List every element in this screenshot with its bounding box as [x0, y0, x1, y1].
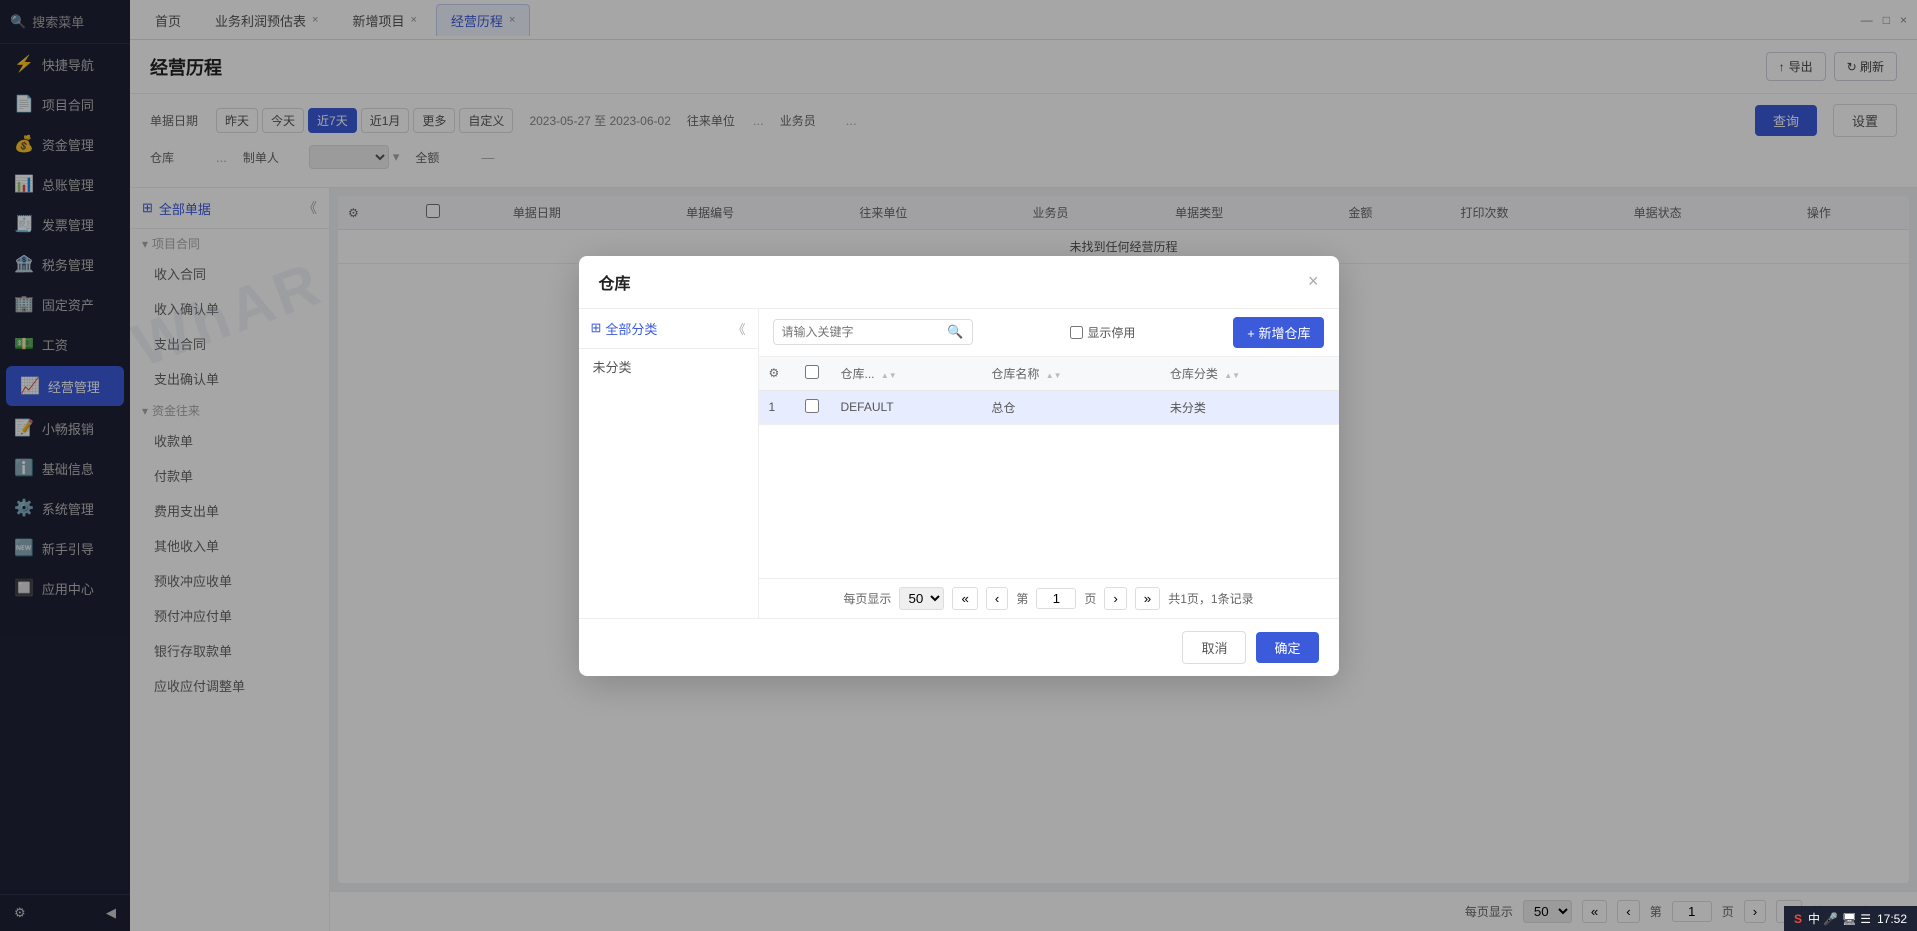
modal-table-row[interactable]: 1 DEFAULT 总仓 未分类 [759, 390, 1339, 424]
modal-prev-page[interactable]: ‹ [986, 587, 1008, 610]
show-disabled-label[interactable]: 显示停用 [1070, 324, 1135, 341]
tray-icons: 中 🎤 🖥 ☰ [1808, 910, 1871, 927]
system-time: 17:52 [1877, 912, 1907, 926]
modal-table-wrapper: ⚙ 仓库... ▲▼ 仓库名称 [759, 357, 1339, 578]
modal-next-page[interactable]: › [1104, 587, 1126, 610]
modal-table-panel: 🔍 显示停用 + 新增仓库 ⚙ [759, 309, 1339, 618]
modal-table-header: ⚙ 仓库... ▲▼ 仓库名称 [759, 357, 1339, 391]
modal-search-icon[interactable]: 🔍 [947, 324, 963, 340]
modal-page-input[interactable] [1036, 588, 1076, 609]
modal-toolbar: 🔍 显示停用 + 新增仓库 [759, 309, 1339, 357]
sort-name-icon: ▲▼ [1046, 371, 1062, 380]
modal-th-name[interactable]: 仓库名称 ▲▼ [981, 357, 1160, 391]
modal-row-checkbox[interactable] [805, 399, 819, 413]
modal-first-page[interactable]: « [952, 587, 977, 610]
add-warehouse-button[interactable]: + 新增仓库 [1233, 317, 1324, 348]
modal-select-all[interactable] [805, 365, 819, 379]
modal-search-input[interactable] [782, 325, 942, 339]
modal-row-name: 总仓 [981, 390, 1160, 424]
sort-cat-icon: ▲▼ [1224, 371, 1240, 380]
modal-category-uncategorized[interactable]: 未分类 [579, 349, 758, 384]
modal-per-page-select[interactable]: 50 [899, 587, 944, 610]
modal-pagination: 每页显示 50 « ‹ 第 页 › » 共1页，1条记录 [759, 578, 1339, 618]
modal-row-category: 未分类 [1160, 390, 1339, 424]
modal-page-goto: 第 [1016, 590, 1028, 607]
modal-category-panel: ⊞ 全部分类 《 未分类 [579, 309, 759, 618]
modal-left-scroll-area [579, 384, 758, 618]
confirm-button[interactable]: 确定 [1256, 632, 1318, 663]
all-category-item[interactable]: ⊞ 全部分类 [591, 319, 658, 338]
modal-th-checkbox[interactable] [795, 357, 831, 391]
modal-header-row: ⚙ 仓库... ▲▼ 仓库名称 [759, 357, 1339, 391]
modal-overlay[interactable]: 仓库 × ⊞ 全部分类 《 未分类 [0, 0, 1917, 931]
sort-code-icon: ▲▼ [881, 371, 897, 380]
modal-total-label: 共1页，1条记录 [1168, 590, 1253, 607]
modal-title: 仓库 [599, 270, 631, 294]
modal-row-checkbox-cell[interactable] [795, 390, 831, 424]
modal-page-label: 页 [1084, 590, 1096, 607]
tray-s-icon: S [1794, 912, 1802, 926]
modal-row-index: 1 [759, 390, 795, 424]
system-tray: S 中 🎤 🖥 ☰ 17:52 [1784, 906, 1917, 931]
modal-th-settings[interactable]: ⚙ [759, 357, 795, 391]
modal-row-code: DEFAULT [831, 390, 982, 424]
modal-search-box: 🔍 [773, 319, 973, 345]
settings-col-icon-modal: ⚙ [769, 366, 780, 380]
modal-per-page-label: 每页显示 [843, 590, 891, 607]
collapse-modal-left-icon[interactable]: 《 [732, 319, 745, 338]
modal-th-code[interactable]: 仓库... ▲▼ [831, 357, 982, 391]
modal-table: ⚙ 仓库... ▲▼ 仓库名称 [759, 357, 1339, 425]
cancel-button[interactable]: 取消 [1182, 631, 1246, 664]
modal-last-page[interactable]: » [1135, 587, 1160, 610]
modal-left-header: ⊞ 全部分类 《 [579, 309, 758, 349]
modal-footer: 取消 确定 [579, 618, 1339, 676]
warehouse-modal: 仓库 × ⊞ 全部分类 《 未分类 [579, 256, 1339, 676]
modal-th-category[interactable]: 仓库分类 ▲▼ [1160, 357, 1339, 391]
show-disabled-checkbox[interactable] [1070, 326, 1083, 339]
modal-table-body: 1 DEFAULT 总仓 未分类 [759, 390, 1339, 424]
grid-cat-icon: ⊞ [591, 320, 602, 336]
modal-body: ⊞ 全部分类 《 未分类 🔍 [579, 309, 1339, 618]
modal-close-button[interactable]: × [1308, 271, 1319, 292]
modal-header: 仓库 × [579, 256, 1339, 309]
all-category-label: 全部分类 [605, 319, 657, 338]
